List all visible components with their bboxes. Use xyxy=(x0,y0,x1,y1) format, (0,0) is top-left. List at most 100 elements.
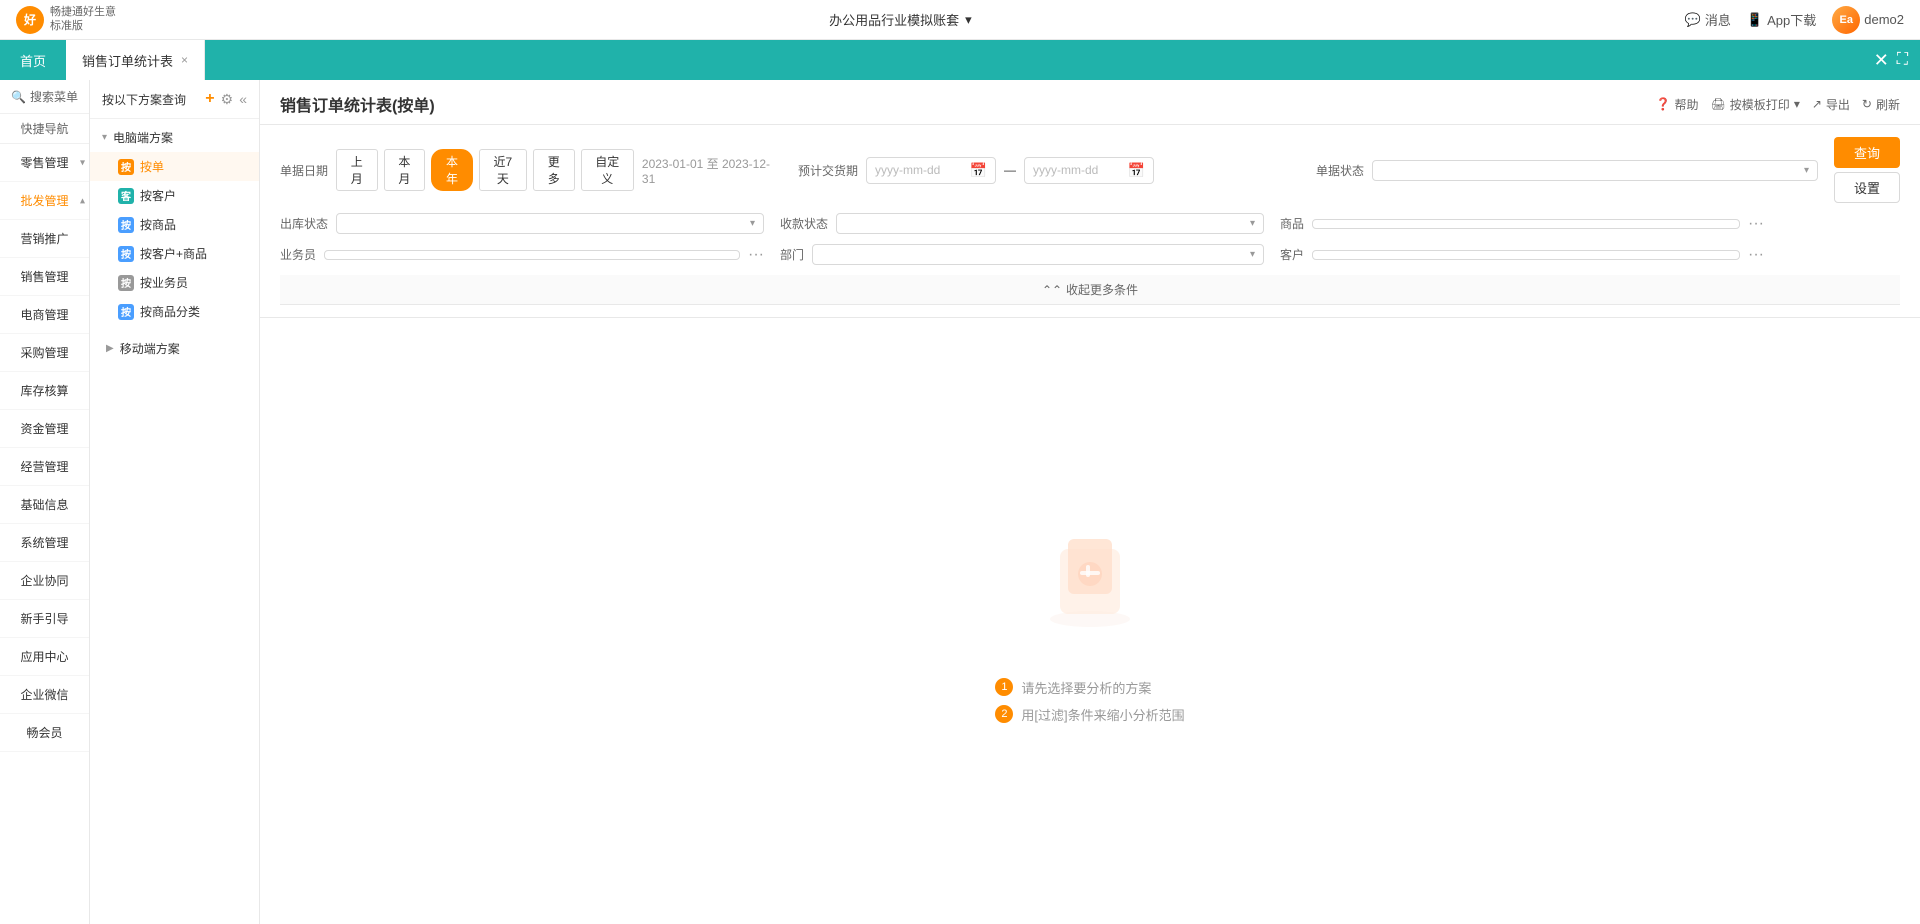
ship-status-select[interactable]: ▾ xyxy=(336,213,764,234)
main-content: 销售订单统计表(按单) ❓ 帮助 🖨 按模板打印 ▾ ↗ xyxy=(260,80,1920,924)
scheme-item-by-category[interactable]: 按 按商品分类 xyxy=(90,297,259,326)
sidebar-item-sales[interactable]: 销售管理 xyxy=(0,258,89,296)
last7days-btn[interactable]: 近7天 xyxy=(479,149,527,191)
custom-date-btn[interactable]: 自定义 xyxy=(581,149,634,191)
sidebar-item-inventory[interactable]: 库存核算 xyxy=(0,372,89,410)
refresh-icon: ↻ xyxy=(1862,97,1872,111)
more-date-btn[interactable]: 更多 xyxy=(533,149,575,191)
chevron-up-icon: ⌃⌃ xyxy=(1042,283,1062,297)
expected-date-end[interactable]: yyyy-mm-dd 📅 xyxy=(1024,157,1154,184)
scheme-item-by-goods[interactable]: 按 按商品 xyxy=(90,210,259,239)
sidebar-item-operations[interactable]: 经营管理 xyxy=(0,448,89,486)
window-close-icon[interactable]: ✕ xyxy=(1874,50,1889,71)
collapse-scheme-icon[interactable]: « xyxy=(239,91,247,107)
this-month-btn[interactable]: 本月 xyxy=(384,149,426,191)
select-caret-icon: ▾ xyxy=(1250,249,1255,260)
filter-bill-status-group: 单据状态 ▾ xyxy=(1316,160,1818,181)
tab-home[interactable]: 首页 xyxy=(0,40,66,80)
industry-selector[interactable]: 办公用品行业模拟账套 ▾ xyxy=(829,10,972,29)
sidebar-search[interactable]: 🔍 搜索菜单 xyxy=(0,80,89,114)
window-expand-icon[interactable]: ⛶ xyxy=(1897,51,1908,69)
payment-status-label: 收款状态 xyxy=(780,215,828,232)
sidebar-item-member[interactable]: 畅会员 xyxy=(0,714,89,752)
logo-text: 畅捷通好生意 标准版 xyxy=(50,6,116,32)
chevron-down-icon: ▾ xyxy=(965,12,972,28)
date-separator: — xyxy=(1004,163,1016,177)
export-icon: ↗ xyxy=(1812,97,1822,111)
sidebar-item-enterprise[interactable]: 企业协同 xyxy=(0,562,89,600)
date-buttons: 上月 本月 本年 近7天 更多 自定义 xyxy=(336,149,634,191)
salesman-input[interactable] xyxy=(324,250,740,260)
app-download-btn[interactable]: 📱 App下载 xyxy=(1747,10,1816,29)
page-title: 销售订单统计表(按单) xyxy=(280,92,435,116)
logo-icon: 好 xyxy=(16,6,44,34)
select-caret-icon: ▾ xyxy=(1250,218,1255,229)
this-year-btn[interactable]: 本年 xyxy=(431,149,473,191)
message-btn[interactable]: 💬 消息 xyxy=(1685,10,1731,29)
sidebar-item-marketing[interactable]: 营销推广 xyxy=(0,220,89,258)
filter-customer-group: 客户 ··· xyxy=(1280,246,1764,264)
payment-status-select[interactable]: ▾ xyxy=(836,213,1264,234)
sidebar-item-appcenter[interactable]: 应用中心 xyxy=(0,638,89,676)
empty-state: 1 请先选择要分析的方案 2 用[过滤]条件来缩小分析范围 xyxy=(260,318,1920,924)
sidebar-item-purchase[interactable]: 采购管理 xyxy=(0,334,89,372)
chevron-down-icon: ▾ xyxy=(1794,97,1800,111)
sidebar-item-basic-info[interactable]: 基础信息 xyxy=(0,486,89,524)
scheme-icon-customer: 客 xyxy=(118,188,134,204)
customer-input[interactable] xyxy=(1312,250,1740,260)
sidebar-item-retail[interactable]: 零售管理 ▾ xyxy=(0,144,89,182)
customer-more-icon[interactable]: ··· xyxy=(1748,246,1764,264)
export-btn[interactable]: ↗ 导出 xyxy=(1812,96,1850,113)
tab-close-icon[interactable]: × xyxy=(181,53,188,67)
sidebar-item-system[interactable]: 系统管理 xyxy=(0,524,89,562)
sidebar-item-wholesale[interactable]: 批发管理 ▴ xyxy=(0,182,89,220)
tab-bar: 首页 销售订单统计表 × ✕ ⛶ xyxy=(0,40,1920,80)
user-avatar[interactable]: Ea demo2 xyxy=(1832,6,1904,34)
filter-ship-status-group: 出库状态 ▾ xyxy=(280,213,764,234)
scheme-item-by-customer-goods[interactable]: 按 按客户+商品 xyxy=(90,239,259,268)
help-btn[interactable]: ❓ 帮助 xyxy=(1656,96,1699,113)
refresh-btn[interactable]: ↻ 刷新 xyxy=(1862,96,1900,113)
filter-row-2: 出库状态 ▾ 收款状态 ▾ 商品 xyxy=(280,213,1900,234)
top-bar-right: 💬 消息 📱 App下载 Ea demo2 xyxy=(1685,6,1904,34)
goods-more-icon[interactable]: ··· xyxy=(1748,215,1764,233)
empty-tips: 1 请先选择要分析的方案 2 用[过滤]条件来缩小分析范围 xyxy=(995,678,1184,724)
search-btn[interactable]: 查询 xyxy=(1834,137,1900,168)
scheme-panel-actions: + ⚙ « xyxy=(205,90,247,108)
template-print-btn[interactable]: 🖨 按模板打印 ▾ xyxy=(1711,96,1800,113)
download-icon: 📱 xyxy=(1747,12,1763,28)
sidebar-item-ecommerce[interactable]: 电商管理 xyxy=(0,296,89,334)
scheme-section-header-pc[interactable]: ▾ 电脑端方案 xyxy=(90,123,259,152)
last-month-btn[interactable]: 上月 xyxy=(336,149,378,191)
sidebar-item-newuser[interactable]: 新手引导 xyxy=(0,600,89,638)
dept-select[interactable]: ▾ xyxy=(812,244,1264,265)
settings-scheme-icon[interactable]: ⚙ xyxy=(221,91,234,108)
scheme-section-header-mobile[interactable]: ▶ 移动端方案 xyxy=(90,334,259,363)
filter-expected-date-group: 预计交货期 yyyy-mm-dd 📅 — yyyy-mm-dd 📅 xyxy=(798,157,1300,184)
expected-date-start[interactable]: yyyy-mm-dd 📅 xyxy=(866,157,996,184)
tip-num-2: 2 xyxy=(995,705,1013,723)
filter-goods-group: 商品 ··· xyxy=(1280,215,1764,233)
sidebar-item-wechat[interactable]: 企业微信 xyxy=(0,676,89,714)
bill-status-select[interactable]: ▾ xyxy=(1372,160,1818,181)
salesman-more-icon[interactable]: ··· xyxy=(748,246,764,264)
sidebar-item-finance[interactable]: 资金管理 xyxy=(0,410,89,448)
scheme-item-by-order[interactable]: 按 按单 xyxy=(90,152,259,181)
filter-payment-status-group: 收款状态 ▾ xyxy=(780,213,1264,234)
search-icon: 🔍 xyxy=(11,90,26,104)
page-header-top: 销售订单统计表(按单) ❓ 帮助 🖨 按模板打印 ▾ ↗ xyxy=(280,92,1900,116)
tab-current[interactable]: 销售订单统计表 × xyxy=(66,40,205,80)
date-range-text: 2023-01-01 至 2023-12-31 xyxy=(642,155,782,186)
dept-label: 部门 xyxy=(780,246,804,263)
scheme-item-by-customer[interactable]: 客 按客户 xyxy=(90,181,259,210)
add-scheme-btn[interactable]: + xyxy=(205,90,214,108)
sidebar-quick-nav[interactable]: 快捷导航 xyxy=(0,114,89,144)
page-header-actions: ❓ 帮助 🖨 按模板打印 ▾ ↗ 导出 ↻ xyxy=(1656,96,1900,113)
settings-btn[interactable]: 设置 xyxy=(1834,172,1900,203)
scheme-item-by-salesman[interactable]: 按 按业务员 xyxy=(90,268,259,297)
date-label: 单据日期 xyxy=(280,162,328,179)
scheme-icon-goods: 按 xyxy=(118,217,134,233)
goods-input[interactable] xyxy=(1312,219,1740,229)
collapse-bar[interactable]: ⌃⌃ 收起更多条件 xyxy=(280,275,1900,305)
scheme-section-mobile: ▶ 移动端方案 xyxy=(90,330,259,367)
